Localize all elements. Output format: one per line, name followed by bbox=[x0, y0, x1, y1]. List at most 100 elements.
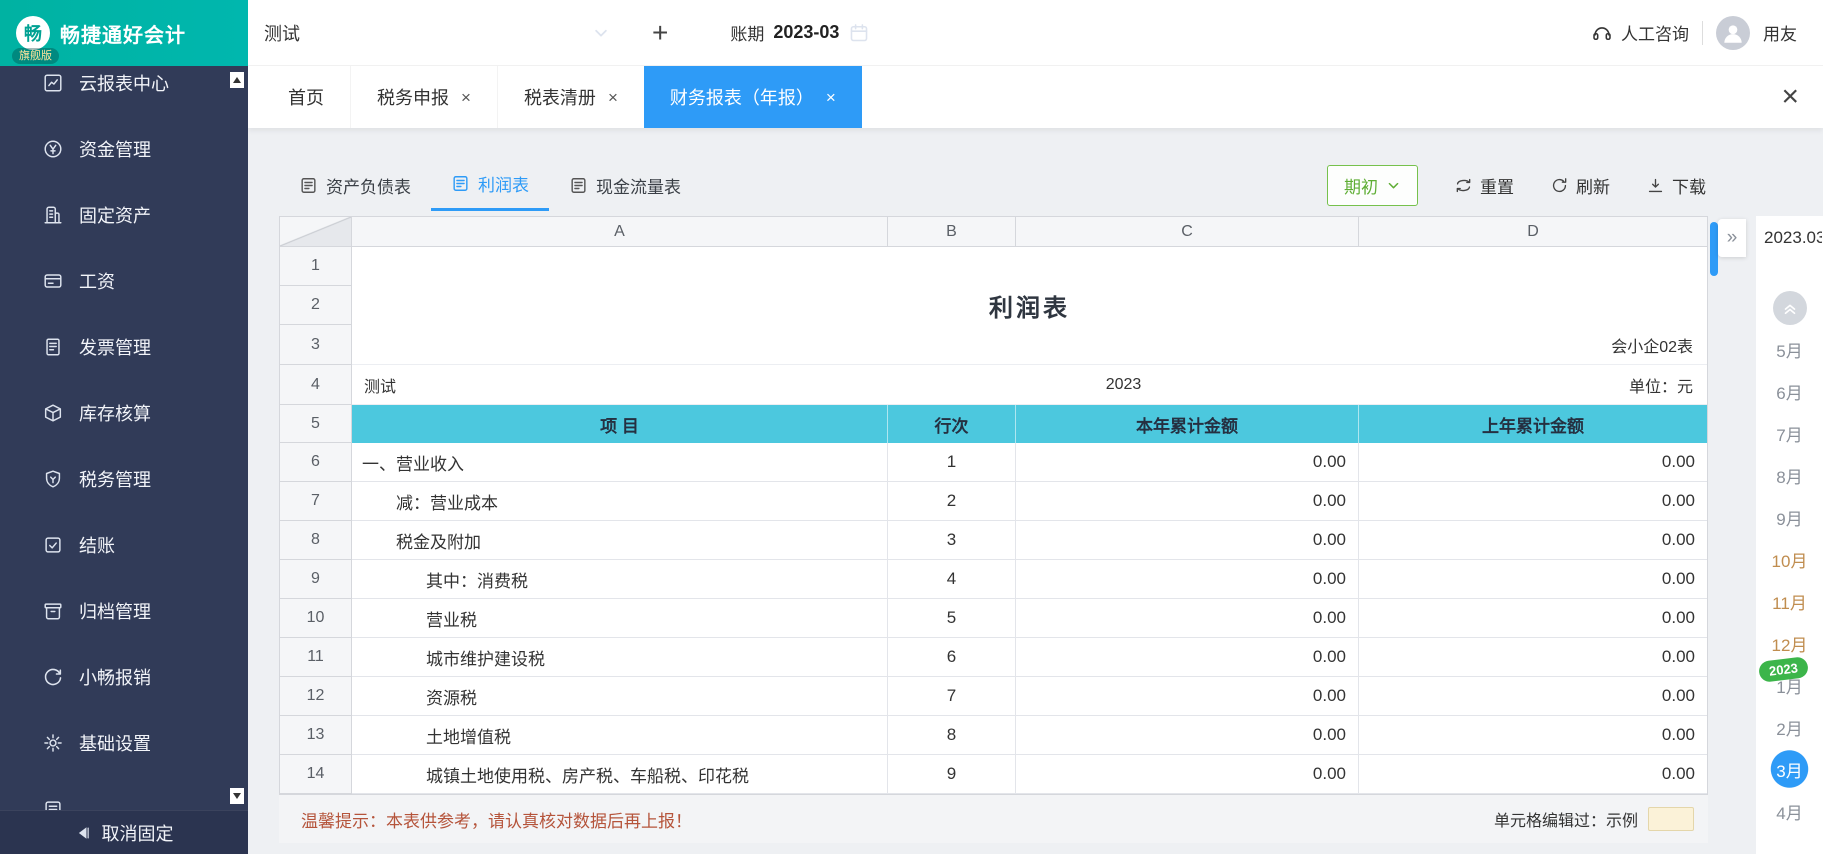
row-number[interactable]: 14 bbox=[280, 755, 352, 794]
cell-current[interactable]: 0.00 bbox=[1016, 716, 1359, 755]
calendar-icon[interactable] bbox=[848, 22, 870, 44]
sidebar-item-funds[interactable]: 资金管理 bbox=[0, 116, 248, 182]
sidebar-item-archive[interactable]: 归档管理 bbox=[0, 578, 248, 644]
sidebar-item-payroll[interactable]: 工资 bbox=[0, 248, 248, 314]
column-header-c[interactable]: C bbox=[1016, 217, 1359, 247]
row-number[interactable]: 9 bbox=[280, 560, 352, 599]
cell-current[interactable]: 0.00 bbox=[1016, 755, 1359, 794]
cell-item[interactable]: 其中：消费税 bbox=[352, 560, 888, 599]
column-header-d[interactable]: D bbox=[1359, 217, 1707, 247]
row-number[interactable]: 10 bbox=[280, 599, 352, 638]
cell-item[interactable]: 减：营业成本 bbox=[352, 482, 888, 521]
cell-line[interactable]: 6 bbox=[888, 638, 1016, 677]
cell-item[interactable]: 一、营业收入 bbox=[352, 443, 888, 482]
cell-current[interactable]: 0.00 bbox=[1016, 638, 1359, 677]
sidebar-scroll-down[interactable] bbox=[230, 788, 244, 804]
header-current-year[interactable]: 本年累计金额 bbox=[1016, 405, 1359, 443]
avatar[interactable] bbox=[1716, 15, 1750, 50]
cell-line[interactable]: 8 bbox=[888, 716, 1016, 755]
tab-balance-sheet[interactable]: 资产负债表 bbox=[279, 159, 431, 211]
cell-item[interactable]: 税金及附加 bbox=[352, 521, 888, 560]
cell-previous[interactable]: 0.00 bbox=[1359, 443, 1707, 482]
sidebar-item-invoices[interactable]: 发票管理 bbox=[0, 314, 248, 380]
row-number[interactable]: 13 bbox=[280, 716, 352, 755]
cell-previous[interactable]: 0.00 bbox=[1359, 482, 1707, 521]
cell-item[interactable]: 土地增值税 bbox=[352, 716, 888, 755]
vertical-scrollbar-thumb[interactable] bbox=[1710, 222, 1718, 276]
cell-line[interactable]: 7 bbox=[888, 677, 1016, 716]
cell-current[interactable]: 0.00 bbox=[1016, 521, 1359, 560]
download-button[interactable]: 下载 bbox=[1646, 173, 1706, 198]
month-item[interactable]: 4月 bbox=[1756, 790, 1823, 832]
sidebar-item-fixed-assets[interactable]: 固定资产 bbox=[0, 182, 248, 248]
cell-line[interactable]: 9 bbox=[888, 755, 1016, 794]
column-header-b[interactable]: B bbox=[888, 217, 1016, 247]
cell-line[interactable]: 5 bbox=[888, 599, 1016, 638]
header-item[interactable]: 项 目 bbox=[352, 405, 888, 443]
username[interactable]: 用友 bbox=[1763, 20, 1797, 45]
tab-income-statement[interactable]: 利润表 bbox=[431, 159, 549, 211]
cell-item[interactable]: 资源税 bbox=[352, 677, 888, 716]
select-all-corner[interactable] bbox=[280, 217, 352, 247]
unpin-sidebar-button[interactable]: 取消固定 bbox=[0, 810, 248, 854]
cell-current[interactable]: 0.00 bbox=[1016, 599, 1359, 638]
scroll-up-button[interactable] bbox=[1773, 291, 1807, 325]
row-number[interactable]: 4 bbox=[280, 365, 352, 405]
sidebar-item-settings[interactable]: 基础设置 bbox=[0, 710, 248, 776]
cell-current[interactable]: 0.00 bbox=[1016, 560, 1359, 599]
sidebar-item-tax[interactable]: 税务管理 bbox=[0, 446, 248, 512]
reset-button[interactable]: 重置 bbox=[1454, 173, 1514, 198]
tab-tax-filing[interactable]: 税务申报 × bbox=[350, 66, 497, 128]
close-all-button[interactable]: × bbox=[1781, 82, 1799, 112]
month-item[interactable]: 5月 bbox=[1756, 328, 1823, 370]
row-number[interactable]: 3 bbox=[280, 325, 352, 365]
tab-cash-flow[interactable]: 现金流量表 bbox=[549, 159, 701, 211]
sidebar-item-inventory[interactable]: 库存核算 bbox=[0, 380, 248, 446]
sidebar-item-closing[interactable]: 结账 bbox=[0, 512, 248, 578]
tab-tax-register[interactable]: 税表清册 × bbox=[496, 66, 644, 128]
cell-line[interactable]: 1 bbox=[888, 443, 1016, 482]
cell-previous[interactable]: 0.00 bbox=[1359, 716, 1707, 755]
row-number[interactable]: 2 bbox=[280, 286, 352, 325]
cell-line[interactable]: 3 bbox=[888, 521, 1016, 560]
accounting-period[interactable]: 账期 2023-03 bbox=[730, 20, 870, 45]
month-item[interactable]: 2月 bbox=[1756, 706, 1823, 748]
cell-line[interactable]: 2 bbox=[888, 482, 1016, 521]
cell-current[interactable]: 0.00 bbox=[1016, 677, 1359, 716]
expand-panel-button[interactable]: » bbox=[1718, 219, 1746, 257]
column-header-a[interactable]: A bbox=[352, 217, 888, 247]
cell-previous[interactable]: 0.00 bbox=[1359, 560, 1707, 599]
new-tab-button[interactable]: + bbox=[652, 18, 668, 47]
month-item[interactable]: 6月 bbox=[1756, 370, 1823, 412]
report-title-cell[interactable]: 利润表 bbox=[352, 286, 1707, 325]
cell-previous[interactable]: 0.00 bbox=[1359, 638, 1707, 677]
support-button[interactable]: 人工咨询 bbox=[1591, 20, 1689, 45]
row-number[interactable]: 5 bbox=[280, 405, 352, 443]
row-number[interactable]: 11 bbox=[280, 638, 352, 677]
month-item[interactable]: 9月 bbox=[1756, 496, 1823, 538]
period-init-button[interactable]: 期初 bbox=[1327, 164, 1418, 206]
row-number[interactable]: 12 bbox=[280, 677, 352, 716]
month-item[interactable]: 8月 bbox=[1756, 454, 1823, 496]
cell-current[interactable]: 0.00 bbox=[1016, 482, 1359, 521]
cell-current[interactable]: 0.00 bbox=[1016, 443, 1359, 482]
cell-item[interactable]: 城镇土地使用税、房产税、车船税、印花税 bbox=[352, 755, 888, 794]
month-item[interactable]: 11月 bbox=[1756, 580, 1823, 622]
row-number[interactable]: 6 bbox=[280, 443, 352, 482]
org-selector[interactable]: 测试 bbox=[264, 13, 610, 53]
close-icon[interactable]: × bbox=[608, 89, 618, 106]
row-number[interactable]: 8 bbox=[280, 521, 352, 560]
cell-item[interactable]: 城市维护建设税 bbox=[352, 638, 888, 677]
row-number[interactable]: 7 bbox=[280, 482, 352, 521]
month-item[interactable]: 10月 bbox=[1756, 538, 1823, 580]
cell-previous[interactable]: 0.00 bbox=[1359, 755, 1707, 794]
month-item[interactable]: 7月 bbox=[1756, 412, 1823, 454]
header-previous-year[interactable]: 上年累计金额 bbox=[1359, 405, 1707, 443]
unit-cell[interactable]: 单位：元 bbox=[1359, 373, 1707, 397]
close-icon[interactable]: × bbox=[826, 89, 836, 106]
cell-previous[interactable]: 0.00 bbox=[1359, 599, 1707, 638]
refresh-button[interactable]: 刷新 bbox=[1550, 173, 1610, 198]
cell-empty[interactable] bbox=[352, 247, 1707, 286]
month-item-active[interactable]: 3月 bbox=[1756, 748, 1823, 790]
cell-previous[interactable]: 0.00 bbox=[1359, 677, 1707, 716]
